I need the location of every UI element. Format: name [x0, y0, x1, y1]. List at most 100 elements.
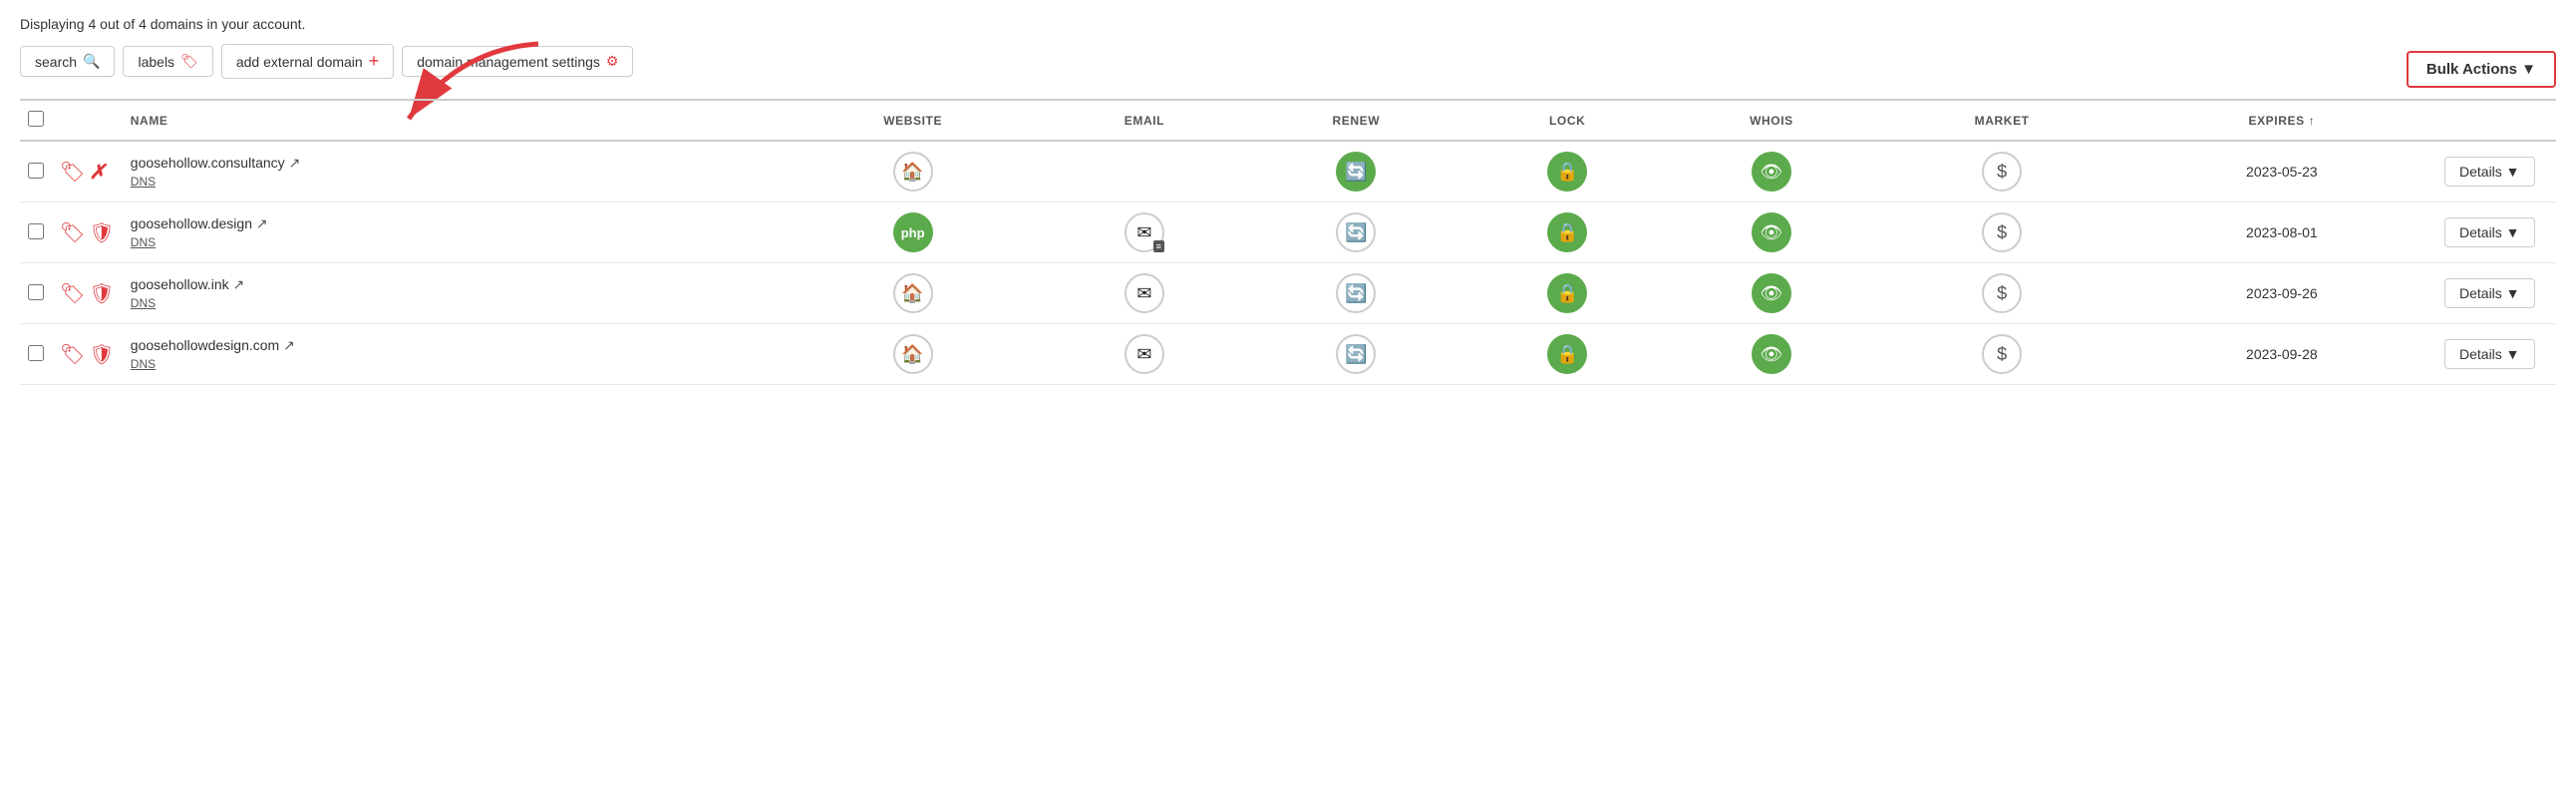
- search-icon: 🔍: [83, 53, 100, 70]
- select-all-checkbox[interactable]: [28, 111, 44, 127]
- domain-cell-2: goosehollow.design ↗ DNS: [123, 202, 781, 263]
- market-icon-4[interactable]: $: [1982, 334, 2022, 374]
- lock-icon-1[interactable]: 🔒: [1547, 152, 1587, 192]
- renew-icon-2[interactable]: 🔄: [1336, 212, 1376, 252]
- red-tag-icon-1: 🏷: [60, 160, 85, 185]
- expires-cell-4: 2023-09-28: [2127, 324, 2436, 385]
- email-cell-1: [1045, 141, 1243, 202]
- table-row: 🏷 🛡 goosehollowdesign.com ↗ DNS 🏠 ✉ 🔄: [20, 324, 2556, 385]
- website-cell-2: php: [781, 202, 1045, 263]
- renew-cell-3: 🔄: [1244, 263, 1468, 324]
- whois-cell-2: 👁: [1666, 202, 1876, 263]
- domain-cell-3: goosehollow.ink ↗ DNS: [123, 263, 781, 324]
- shield-icon-2: 🛡: [89, 220, 114, 245]
- add-external-label: add external domain: [236, 54, 363, 70]
- website-cell-4: 🏠: [781, 324, 1045, 385]
- email-cell-3: ✉: [1045, 263, 1243, 324]
- lock-icon-3[interactable]: 🔒: [1547, 273, 1587, 313]
- strikethrough-icon-1: ✗: [89, 160, 106, 185]
- whois-icon-4[interactable]: 👁: [1752, 334, 1791, 374]
- red-tag-icon-3: 🏷: [60, 281, 85, 306]
- lock-cell-2: 🔒: [1468, 202, 1666, 263]
- col-whois: WHOIS: [1666, 100, 1876, 141]
- red-tag-icon-2: 🏷: [60, 220, 85, 245]
- email-icon-4[interactable]: ✉: [1125, 334, 1164, 374]
- external-link-icon-4[interactable]: ↗: [283, 337, 295, 353]
- dns-link-1[interactable]: DNS: [131, 175, 773, 189]
- gear-icon: ⚙: [606, 53, 619, 70]
- col-lock: LOCK: [1468, 100, 1666, 141]
- domain-settings-button[interactable]: domain management settings ⚙: [402, 46, 633, 77]
- domain-cell-4: goosehollowdesign.com ↗ DNS: [123, 324, 781, 385]
- renew-icon-3[interactable]: 🔄: [1336, 273, 1376, 313]
- renew-icon-4[interactable]: 🔄: [1336, 334, 1376, 374]
- bulk-actions-button[interactable]: Bulk Actions ▼: [2407, 51, 2556, 88]
- dns-link-4[interactable]: DNS: [131, 357, 773, 371]
- col-email: EMAIL: [1045, 100, 1243, 141]
- tag-icon: 🏷: [180, 53, 198, 70]
- labels-button[interactable]: labels 🏷: [123, 46, 212, 77]
- row-checkbox-1[interactable]: [28, 163, 44, 179]
- dns-link-2[interactable]: DNS: [131, 235, 773, 249]
- expires-cell-1: 2023-05-23: [2127, 141, 2436, 202]
- add-external-domain-button[interactable]: add external domain +: [221, 44, 394, 79]
- display-text: Displaying 4 out of 4 domains in your ac…: [20, 16, 2556, 32]
- labels-label: labels: [138, 54, 174, 70]
- col-market: MARKET: [1877, 100, 2127, 141]
- details-button-4[interactable]: Details ▼: [2444, 339, 2535, 369]
- market-cell-1: $: [1877, 141, 2127, 202]
- lock-cell-3: 🔒: [1468, 263, 1666, 324]
- details-button-2[interactable]: Details ▼: [2444, 217, 2535, 247]
- whois-cell-1: 👁: [1666, 141, 1876, 202]
- row-checkbox-4[interactable]: [28, 345, 44, 361]
- shield-icon-4: 🛡: [89, 342, 114, 367]
- whois-icon-2[interactable]: 👁: [1752, 212, 1791, 252]
- toolbar: search 🔍 labels 🏷 add external domain + …: [20, 44, 633, 79]
- home-icon-1[interactable]: 🏠: [893, 152, 933, 192]
- renew-icon-1[interactable]: 🔄: [1336, 152, 1376, 192]
- home-icon-4[interactable]: 🏠: [893, 334, 933, 374]
- details-button-1[interactable]: Details ▼: [2444, 157, 2535, 187]
- market-cell-3: $: [1877, 263, 2127, 324]
- dns-link-3[interactable]: DNS: [131, 296, 773, 310]
- email-icon-2[interactable]: ✉ ≡: [1125, 212, 1164, 252]
- plus-icon: +: [369, 51, 380, 72]
- renew-cell-1: 🔄: [1244, 141, 1468, 202]
- home-icon-3[interactable]: 🏠: [893, 273, 933, 313]
- whois-icon-3[interactable]: 👁: [1752, 273, 1791, 313]
- market-cell-4: $: [1877, 324, 2127, 385]
- col-renew: RENEW: [1244, 100, 1468, 141]
- details-button-3[interactable]: Details ▼: [2444, 278, 2535, 308]
- search-button[interactable]: search 🔍: [20, 46, 115, 77]
- lock-cell-1: 🔒: [1468, 141, 1666, 202]
- market-icon-3[interactable]: $: [1982, 273, 2022, 313]
- email-cell-4: ✉: [1045, 324, 1243, 385]
- renew-cell-2: 🔄: [1244, 202, 1468, 263]
- renew-cell-4: 🔄: [1244, 324, 1468, 385]
- row-checkbox-3[interactable]: [28, 284, 44, 300]
- email-cell-2: ✉ ≡: [1045, 202, 1243, 263]
- expires-cell-2: 2023-08-01: [2127, 202, 2436, 263]
- email-icon-3[interactable]: ✉: [1125, 273, 1164, 313]
- whois-icon-1[interactable]: 👁: [1752, 152, 1791, 192]
- lock-icon-2[interactable]: 🔒: [1547, 212, 1587, 252]
- whois-cell-3: 👁: [1666, 263, 1876, 324]
- col-name: NAME: [123, 100, 781, 141]
- external-link-icon-2[interactable]: ↗: [256, 215, 268, 231]
- search-label: search: [35, 54, 77, 70]
- php-icon-2[interactable]: php: [893, 212, 933, 252]
- market-cell-2: $: [1877, 202, 2127, 263]
- market-icon-2[interactable]: $: [1982, 212, 2022, 252]
- domain-settings-label: domain management settings: [417, 54, 600, 70]
- external-link-icon-1[interactable]: ↗: [289, 155, 301, 171]
- col-expires: EXPIRES ↑: [2127, 100, 2436, 141]
- lock-icon-4[interactable]: 🔒: [1547, 334, 1587, 374]
- row-checkbox-2[interactable]: [28, 223, 44, 239]
- market-icon-1[interactable]: $: [1982, 152, 2022, 192]
- col-website: WEBSITE: [781, 100, 1045, 141]
- domain-cell-1: goosehollow.consultancy ↗ DNS: [123, 141, 781, 202]
- table-row: 🏷 🛡 goosehollow.ink ↗ DNS 🏠 ✉ 🔄: [20, 263, 2556, 324]
- domains-table-wrapper: NAME WEBSITE EMAIL RENEW LOCK WHOIS MARK…: [20, 99, 2556, 385]
- external-link-icon-3[interactable]: ↗: [233, 276, 245, 292]
- website-cell-3: 🏠: [781, 263, 1045, 324]
